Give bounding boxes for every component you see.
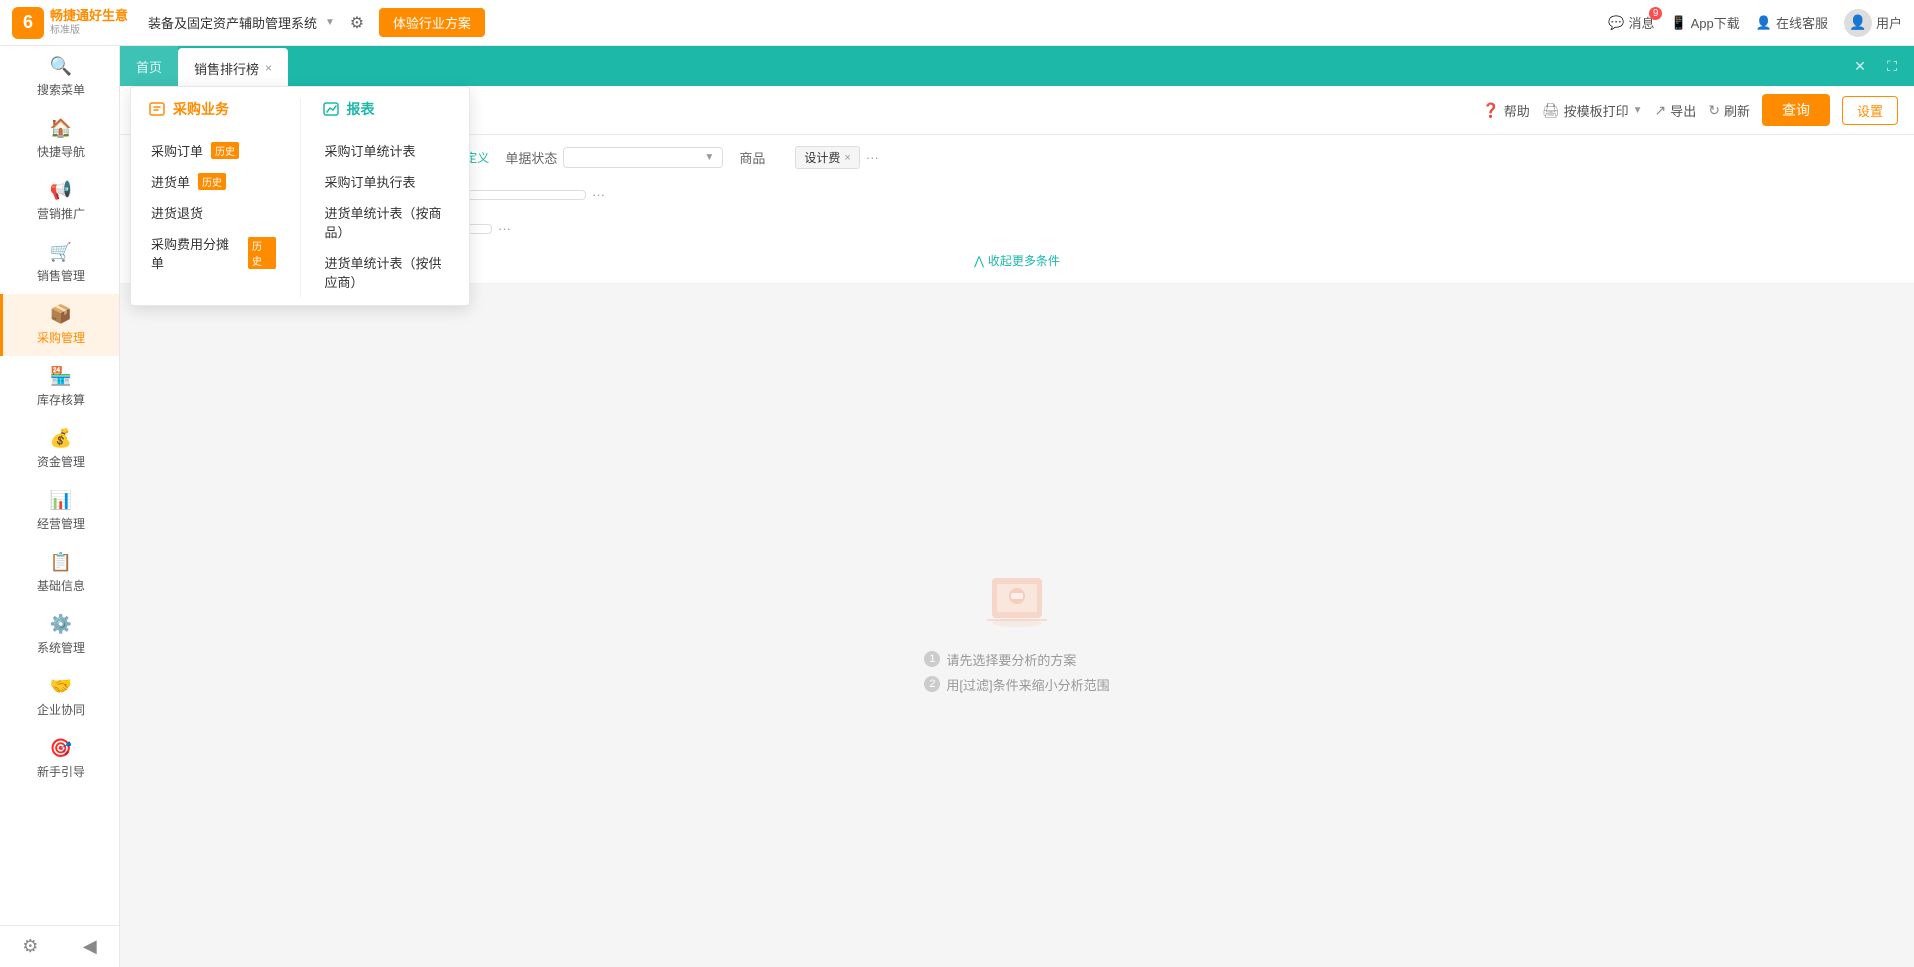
inbound-return-label: 进货退货 [151,203,203,222]
dropdown-item-inbound-stat-supplier[interactable]: 进货单统计表（按供应商） [321,247,454,297]
dropdown-item-purchase-order-exec[interactable]: 采购订单执行表 [321,166,454,197]
inbound-stat-supplier-label: 进货单统计表（按供应商） [325,253,450,291]
purchase-col-header: 采购业务 [147,99,280,125]
col-divider [300,99,301,297]
purchase-col: 采购业务 采购订单 历史 进货单 历史 进货退货 采购费用分摊单 历史 [131,99,296,297]
purchase-expense-label: 采购费用分摊单 [151,234,240,272]
reports-col: 报表 采购订单统计表 采购订单执行表 进货单统计表（按商品） 进货单统计表（按供… [305,99,470,297]
inbound-stat-goods-label: 进货单统计表（按商品） [325,203,450,241]
inbound-history-tag: 历史 [198,173,226,190]
dropdown-cols: 采购业务 采购订单 历史 进货单 历史 进货退货 采购费用分摊单 历史 [131,99,469,297]
dropdown-item-purchase-expense[interactable]: 采购费用分摊单 历史 [147,228,280,278]
purchase-dropdown-menu: 采购业务 采购订单 历史 进货单 历史 进货退货 采购费用分摊单 历史 [130,86,470,306]
dropdown-item-inbound-stat-goods[interactable]: 进货单统计表（按商品） [321,197,454,247]
purchase-col-header-label: 采购业务 [173,99,229,119]
purchase-expense-history-tag: 历史 [248,237,276,269]
purchase-order-stat-label: 采购订单统计表 [325,141,416,160]
purchase-order-history-tag: 历史 [211,142,239,159]
dropdown-item-inbound[interactable]: 进货单 历史 [147,166,280,197]
reports-col-header: 报表 [321,99,454,125]
dropdown-item-purchase-order[interactable]: 采购订单 历史 [147,135,280,166]
reports-header-icon [321,99,341,119]
inbound-label: 进货单 [151,172,190,191]
dropdown-item-purchase-order-stat[interactable]: 采购订单统计表 [321,135,454,166]
reports-col-header-label: 报表 [347,99,375,119]
purchase-order-label: 采购订单 [151,141,203,160]
dropdown-item-inbound-return[interactable]: 进货退货 [147,197,280,228]
purchase-order-exec-label: 采购订单执行表 [325,172,416,191]
purchase-header-icon [147,99,167,119]
